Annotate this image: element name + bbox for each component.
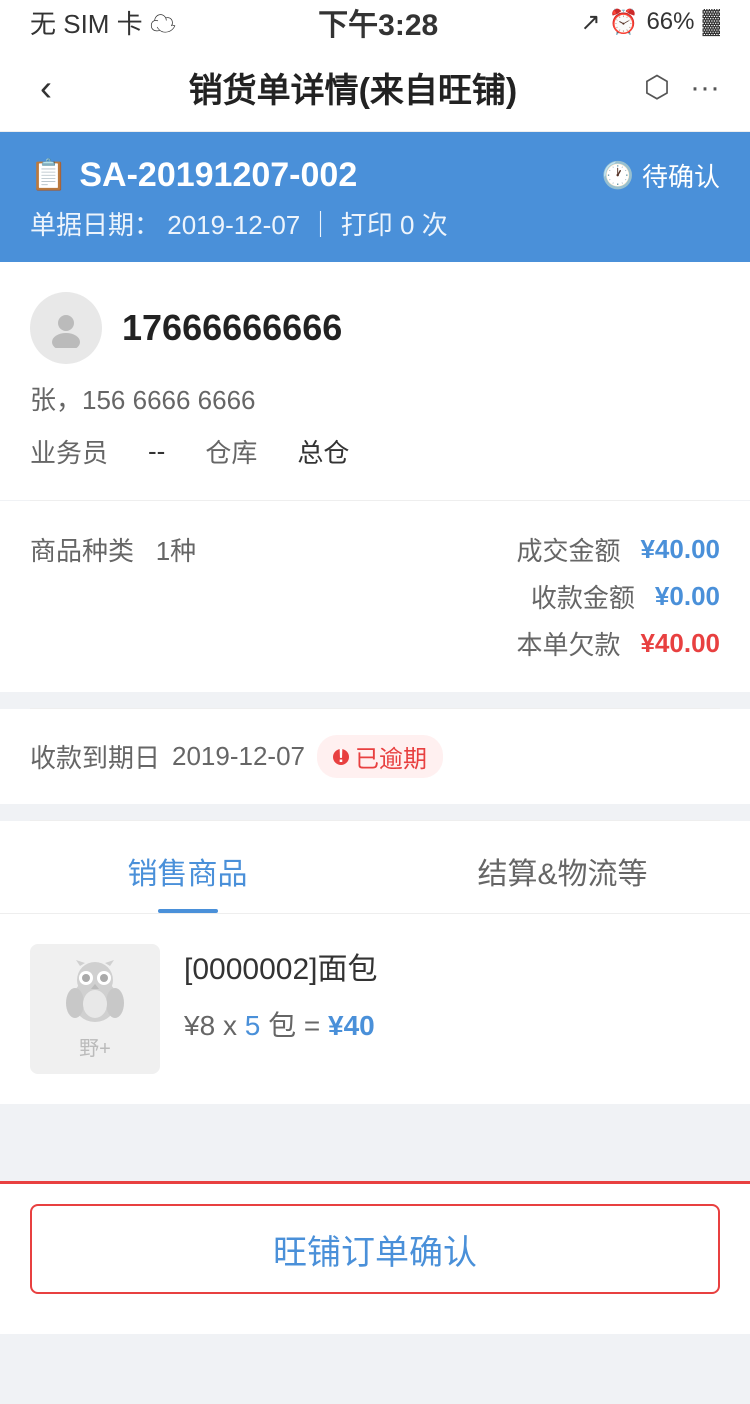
signal-text: 无 SIM 卡 ☁ [30,4,176,41]
battery-text: 66% [646,8,694,36]
amount-label: 成交金额 [516,531,620,568]
customer-name: 张，156 6666 6666 [30,380,720,417]
amount-value: ¥40.00 [640,534,720,565]
nav-bar: ‹ 销货单详情(来自旺铺) ⬡ ··· [0,44,750,132]
warehouse-label: 仓库 [205,433,257,470]
product-thumbnail: 野+ [30,944,160,1074]
total-price: ¥40 [328,1010,375,1041]
status-right: ↗ ⏰ 66% ▓ [580,8,720,37]
received-value: ¥0.00 [655,581,720,612]
more-icon[interactable]: ··· [690,71,720,105]
amount-summary: 成交金额 ¥40.00 收款金额 ¥0.00 本单欠款 ¥40.00 [516,531,720,662]
salesperson-value: -- [148,436,165,467]
customer-info: 业务员 -- 仓库 总仓 [30,433,720,470]
tabs-bar: 销售商品 结算&物流等 [0,821,750,914]
summary-section: 商品种类 1种 成交金额 ¥40.00 收款金额 ¥0.00 本单欠款 ¥40.… [0,501,750,692]
product-type-label: 商品种类 [30,536,134,566]
customer-section: 17666666666 张，156 6666 6666 业务员 -- 仓库 总仓 [0,262,750,500]
overdue-text: 已逾期 [355,739,427,774]
product-section: 野+ [0000002]面包 ¥8 x 5 包 = ¥40 [0,914,750,1104]
product-info: [0000002]面包 ¥8 x 5 包 = ¥40 [184,944,720,1044]
order-id: 📋 SA-20191207-002 [30,156,357,195]
product-type-row: 商品种类 1种 [30,531,196,568]
tab-settlement[interactable]: 结算&物流等 [375,821,750,913]
due-label: 收款到期日 [30,738,160,775]
confirm-button-wrap: 旺铺订单确认 [0,1181,750,1334]
customer-phone: 17666666666 [122,307,342,349]
salesperson-label: 业务员 [30,433,108,470]
status-bar: 无 SIM 卡 ☁ 下午3:28 ↗ ⏰ 66% ▓ [0,0,750,44]
share-icon[interactable]: ⬡ [644,70,670,105]
page-title: 销货单详情(来自旺铺) [189,63,518,112]
alarm-icon: ⏰ [609,8,639,37]
debt-value: ¥40.00 [640,628,720,659]
price-value: ¥8 [184,1010,215,1041]
equals-sign: = [304,1010,328,1041]
status-left: 无 SIM 卡 ☁ [30,4,176,41]
product-name: [0000002]面包 [184,944,720,988]
avatar [30,292,102,364]
product-type-value: 1种 [156,536,196,566]
warehouse-value: 总仓 [297,433,349,470]
order-meta: 单据日期： 2019-12-07 ｜ 打印 0 次 [30,205,720,242]
battery-icon: ▓ [703,8,721,36]
quantity: 5 [245,1010,261,1041]
tab-sales-product[interactable]: 销售商品 [0,821,375,913]
back-button[interactable]: ‹ [30,57,62,119]
multiply-sign: x [223,1010,245,1041]
due-date-section: 收款到期日 2019-12-07 ! 已逾期 [0,709,750,804]
order-status: 🕐 待确认 [602,157,720,194]
location-icon: ↗ [580,8,600,37]
debt-label: 本单欠款 [516,625,620,662]
nav-actions: ⬡ ··· [644,70,720,105]
received-label: 收款金额 [531,578,635,615]
unit: 包 [268,1010,296,1041]
order-header: 📋 SA-20191207-002 🕐 待确认 单据日期： 2019-12-07… [0,132,750,262]
overdue-icon: ! [333,749,349,765]
clock-icon: 🕐 [602,160,634,191]
status-time: 下午3:28 [318,0,438,44]
confirm-button[interactable]: 旺铺订单确认 [30,1204,720,1294]
owl-label: 野+ [79,1032,111,1061]
due-date: 2019-12-07 [172,741,305,772]
product-price: ¥8 x 5 包 = ¥40 [184,1004,720,1044]
overdue-badge: ! 已逾期 [317,735,443,778]
order-icon: 📋 [30,158,67,193]
